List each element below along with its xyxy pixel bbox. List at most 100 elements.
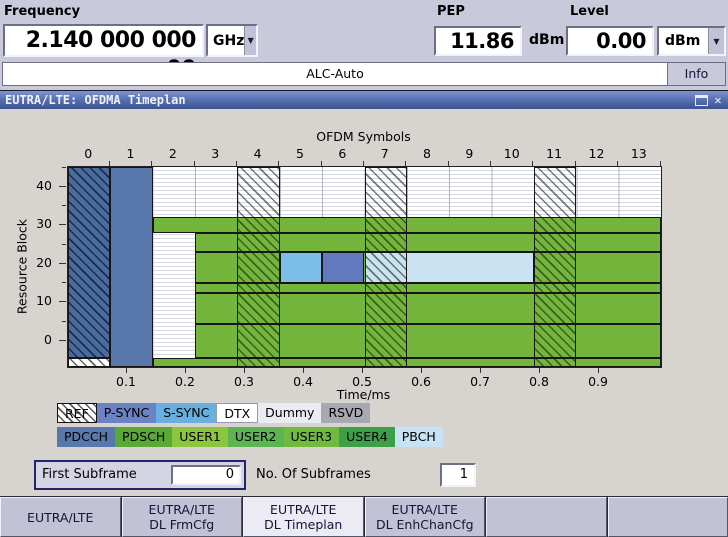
y-axis-ticks xyxy=(0,166,66,368)
axis-label: 1 xyxy=(119,146,143,161)
axis-tick xyxy=(62,167,66,168)
region-ref xyxy=(365,167,407,367)
legend-row-1: REF P-SYNC S-SYNC DTX Dummy RSVD xyxy=(57,403,370,423)
first-subframe-label: First Subframe xyxy=(42,467,137,482)
region-pdsch xyxy=(153,217,661,233)
window-titlebar[interactable]: EUTRA/LTE: OFDMA Timeplan ✕ xyxy=(0,90,728,109)
frequency-unit-select[interactable]: GHz ▼ xyxy=(206,24,258,57)
x-axis-bottom-title: Time/ms xyxy=(67,387,660,402)
pep-value-field[interactable]: 11.86 xyxy=(434,26,522,56)
axis-tick xyxy=(62,205,66,206)
axis-tick xyxy=(480,368,481,373)
maximize-icon[interactable] xyxy=(695,95,708,106)
window-title: EUTRA/LTE: OFDMA Timeplan xyxy=(0,93,695,107)
legend-row-2: PDCCH PDSCH USER1 USER2 USER3 USER4 PBCH xyxy=(57,427,443,447)
instrument-screen: Frequency 2.140 000 000 00 GHz ▼ PEP 11.… xyxy=(0,0,728,537)
softkey-dl-frmcfg[interactable]: EUTRA/LTEDL FrmCfg xyxy=(122,497,243,537)
legend-dummy: Dummy xyxy=(258,403,321,423)
timeplan-plot xyxy=(67,166,662,368)
x-axis-top-labels: 012345678910111213 xyxy=(67,146,660,161)
level-unit-select[interactable]: dBm ▼ xyxy=(657,26,726,56)
first-subframe-control[interactable]: First Subframe 0 xyxy=(34,460,246,490)
axis-label: 13 xyxy=(627,146,651,161)
no-of-subframes-input[interactable]: 1 xyxy=(440,463,476,487)
axis-label: 4 xyxy=(246,146,270,161)
axis-label: 2 xyxy=(161,146,185,161)
frequency-unit-value: GHz xyxy=(208,33,244,49)
region-pdcch xyxy=(110,167,152,367)
axis-tick xyxy=(59,301,66,302)
x-axis-bottom-labels: 0.10.20.30.40.50.60.70.80.9 xyxy=(67,374,660,388)
pep-unit-label: dBm xyxy=(529,32,564,48)
frequency-value-field[interactable]: 2.140 000 000 00 xyxy=(3,24,204,57)
legend-user4: USER4 xyxy=(339,427,395,447)
axis-label: 0 xyxy=(76,146,100,161)
region-s-sync xyxy=(280,252,322,283)
first-subframe-input[interactable]: 0 xyxy=(171,465,241,485)
axis-tick xyxy=(59,263,66,264)
region-pdcch-hatched xyxy=(68,167,110,358)
axis-label: 11 xyxy=(542,146,566,161)
x-axis-bottom-ticks xyxy=(67,368,660,373)
axis-tick xyxy=(59,340,66,341)
frequency-unit-dropdown-button[interactable]: ▼ xyxy=(244,26,256,55)
axis-label: 6 xyxy=(330,146,354,161)
axis-label: 12 xyxy=(584,146,608,161)
legend-psync: P-SYNC xyxy=(97,403,156,423)
level-label: Level xyxy=(570,4,609,19)
status-message: ALC-Auto xyxy=(3,63,667,85)
region-ref xyxy=(534,167,576,367)
axis-tick xyxy=(421,368,422,373)
level-unit-value: dBm xyxy=(659,33,708,49)
legend-ref: REF xyxy=(57,403,97,423)
frequency-label: Frequency xyxy=(4,4,80,19)
timeplan-window-body: OFDM Symbols 012345678910111213 Resource… xyxy=(0,109,728,496)
axis-tick xyxy=(62,321,66,322)
axis-label: 8 xyxy=(415,146,439,161)
pep-label: PEP xyxy=(437,4,465,19)
axis-tick xyxy=(362,368,363,373)
axis-label: 10 xyxy=(500,146,524,161)
legend-user1: USER1 xyxy=(172,427,228,447)
region-ref xyxy=(237,167,279,367)
level-value-field[interactable]: 0.00 xyxy=(566,26,654,56)
legend-dtx: DTX xyxy=(216,403,258,423)
chevron-down-icon: ▼ xyxy=(713,37,719,46)
legend-user3: USER3 xyxy=(284,427,340,447)
legend-pbch: PBCH xyxy=(395,427,443,447)
axis-label: 7 xyxy=(373,146,397,161)
axis-label: 9 xyxy=(457,146,481,161)
axis-tick xyxy=(539,368,540,373)
softkey-dl-enhchancfg[interactable]: EUTRA/LTEDL EnhChanCfg xyxy=(365,497,486,537)
axis-tick xyxy=(244,368,245,373)
axis-label: 5 xyxy=(288,146,312,161)
axis-tick xyxy=(303,368,304,373)
region-pdsch xyxy=(153,358,661,367)
softkey-dl-timeplan[interactable]: EUTRA/LTEDL Timeplan xyxy=(243,497,364,537)
level-unit-dropdown-button[interactable]: ▼ xyxy=(708,28,724,54)
x-axis-top-title: OFDM Symbols xyxy=(67,129,660,144)
axis-tick xyxy=(598,368,599,373)
axis-tick xyxy=(62,244,66,245)
axis-tick xyxy=(59,224,66,225)
axis-tick xyxy=(62,282,66,283)
legend-pdcch: PDCCH xyxy=(57,427,115,447)
softkey-bar: EUTRA/LTE EUTRA/LTEDL FrmCfg EUTRA/LTEDL… xyxy=(0,496,728,537)
close-icon[interactable]: ✕ xyxy=(711,94,725,107)
axis-label: 3 xyxy=(203,146,227,161)
axis-tick xyxy=(59,186,66,187)
region-p-sync xyxy=(322,252,364,283)
axis-tick xyxy=(185,368,186,373)
softkey-empty-5[interactable] xyxy=(486,497,607,537)
chevron-down-icon: ▼ xyxy=(248,36,254,45)
legend-user2: USER2 xyxy=(228,427,284,447)
softkey-eutra-lte[interactable]: EUTRA/LTE xyxy=(0,497,121,537)
legend-rsvd: RSVD xyxy=(321,403,370,423)
softkey-empty-6[interactable] xyxy=(608,497,728,537)
region-ref xyxy=(68,358,110,367)
info-button[interactable]: Info xyxy=(667,63,725,85)
no-of-subframes-label: No. Of Subframes xyxy=(256,467,371,482)
legend-ssync: S-SYNC xyxy=(156,403,216,423)
status-bar: ALC-Auto Info xyxy=(2,62,726,86)
axis-tick xyxy=(126,368,127,373)
